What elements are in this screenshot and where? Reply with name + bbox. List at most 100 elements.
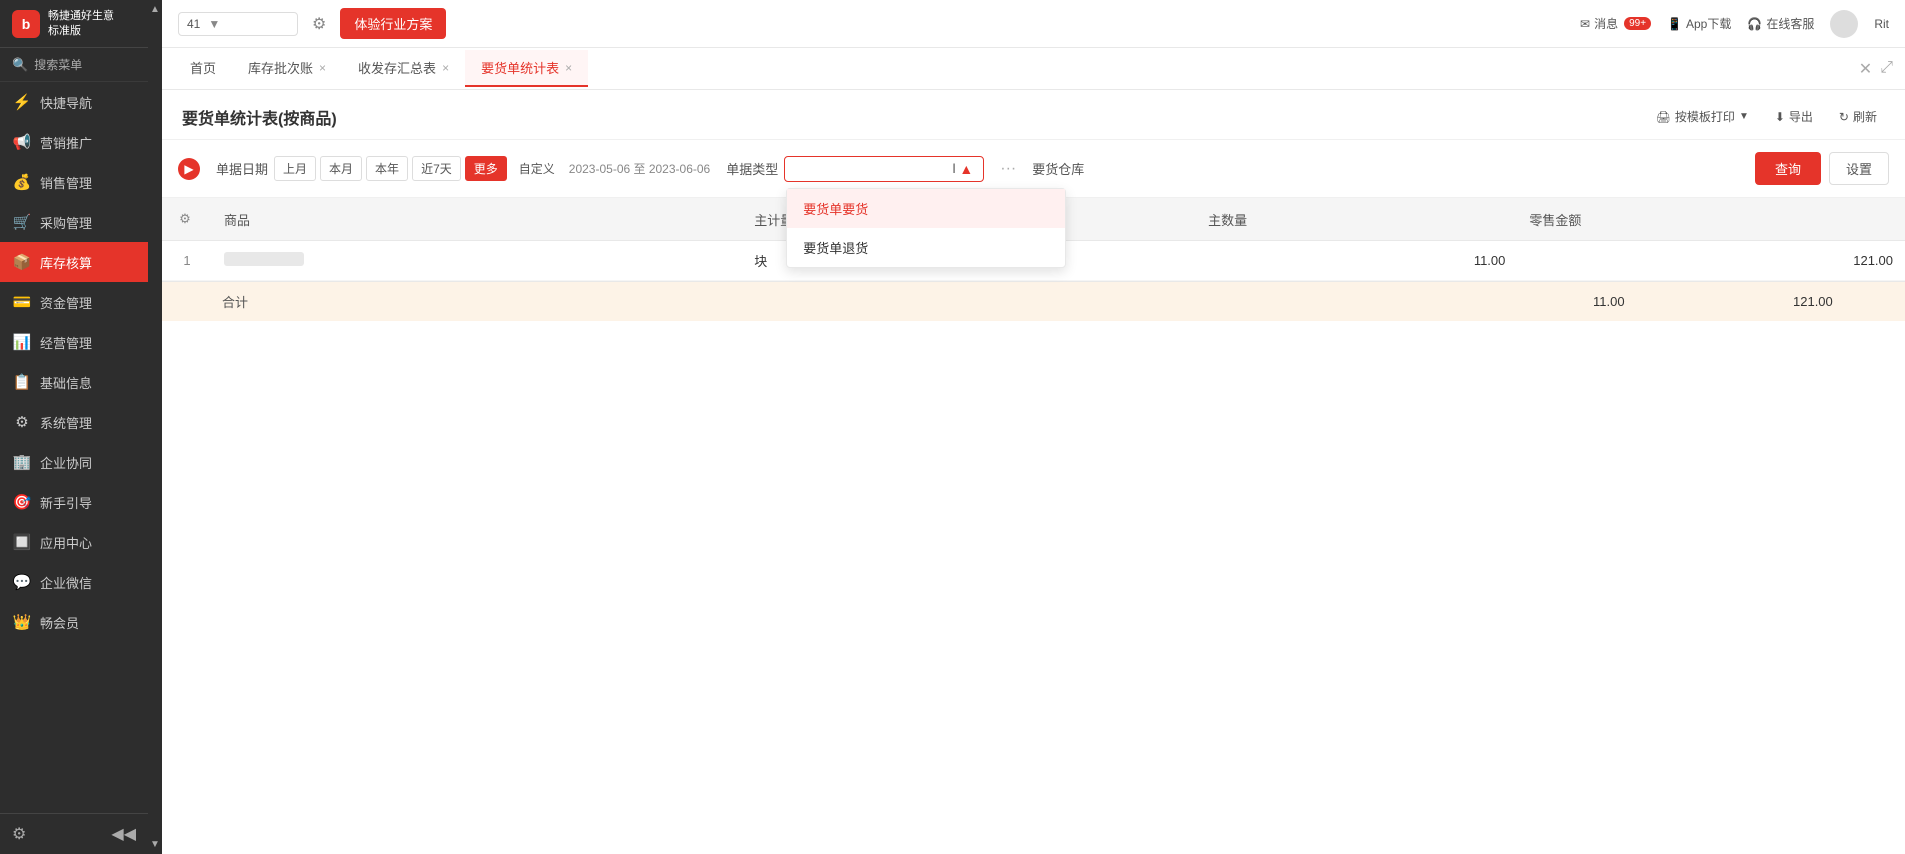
print-action[interactable]: 🖨 按模板打印 ▼ xyxy=(1648,104,1757,129)
customer-service-label: 在线客服 xyxy=(1766,15,1814,32)
table-settings-icon[interactable]: ⚙ xyxy=(174,208,196,230)
refresh-icon: ↻ xyxy=(1839,110,1849,124)
filter-bar: ▶ 单据日期 上月 本月 本年 近7天 更多 自定义 2023-05-06 至 … xyxy=(162,140,1905,198)
top-bar-right: ✉ 消息 99+ 📱 App下载 🎧 在线客服 Rit xyxy=(1580,10,1889,38)
sidebar-item-marketing[interactable]: 📢 营销推广 xyxy=(0,122,148,162)
sidebar-item-app-center[interactable]: 🔲 应用中心 xyxy=(0,522,148,562)
cell-amount: 121.00 xyxy=(1517,241,1905,281)
sidebar-item-purchase[interactable]: 🛒 采购管理 xyxy=(0,202,148,242)
search-icon: 🔍 xyxy=(12,57,28,73)
filter-actions: 查询 设置 xyxy=(1755,152,1889,185)
sidebar-item-quick-nav[interactable]: ⚡ 快捷导航 xyxy=(0,82,148,122)
phone-icon: 📱 xyxy=(1667,17,1682,31)
trial-button[interactable]: 体验行业方案 xyxy=(340,8,446,39)
sidebar-scrollbar[interactable]: ▲ ▼ xyxy=(148,0,162,854)
sidebar-label: 新手引导 xyxy=(40,493,92,512)
tab-close-all-icon[interactable]: ✕ xyxy=(1859,59,1872,79)
date-filter-group: 单据日期 上月 本月 本年 近7天 更多 自定义 2023-05-06 至 20… xyxy=(216,156,710,181)
sidebar-item-enterprise[interactable]: 🏢 企业协同 xyxy=(0,442,148,482)
date-range-buttons: 上月 本月 本年 近7天 更多 自定义 xyxy=(274,156,563,181)
main-area: 41 ▼ ⚙ 体验行业方案 ✉ 消息 99+ 📱 App下载 🎧 在线客服 Ri… xyxy=(162,0,1905,854)
tab-collect-summary-close[interactable]: × xyxy=(442,61,449,75)
topbar-settings-icon[interactable]: ⚙ xyxy=(308,10,330,38)
tab-order-summary-close[interactable]: × xyxy=(565,61,572,75)
type-dropdown: 要货单要货 要货单退货 xyxy=(786,188,1066,268)
message-label: 消息 xyxy=(1594,15,1618,32)
app-download-label: App下载 xyxy=(1686,15,1731,32)
col-qty: 主数量 xyxy=(1196,198,1517,241)
custom-date-btn[interactable]: 自定义 xyxy=(511,157,563,180)
type-label: 单据类型 xyxy=(726,159,778,178)
store-selector[interactable]: 41 ▼ xyxy=(178,12,298,36)
dropdown-item-return[interactable]: 要货单退货 xyxy=(787,228,1065,267)
sidebar-search[interactable]: 🔍 搜索菜单 xyxy=(0,48,148,82)
top-bar: 41 ▼ ⚙ 体验行业方案 ✉ 消息 99+ 📱 App下载 🎧 在线客服 Ri… xyxy=(162,0,1905,48)
enterprise-icon: 🏢 xyxy=(12,452,32,472)
sidebar-label: 营销推广 xyxy=(40,133,92,152)
date-btn-last-month[interactable]: 上月 xyxy=(274,156,316,181)
footer-values: 11.00 121.00 xyxy=(1593,294,1873,309)
sidebar-label: 销售管理 xyxy=(40,173,92,192)
operations-icon: 📊 xyxy=(12,332,32,352)
sidebar-item-finance[interactable]: 💳 资金管理 xyxy=(0,282,148,322)
footer-collapse-icon[interactable]: ◀◀ xyxy=(111,824,136,844)
date-btn-this-year[interactable]: 本年 xyxy=(366,156,408,181)
refresh-action[interactable]: ↻ 刷新 xyxy=(1831,104,1885,129)
footer-settings-icon[interactable]: ⚙ xyxy=(12,824,26,844)
tab-order-summary-label: 要货单统计表 xyxy=(481,58,559,77)
sidebar-label: 企业协同 xyxy=(40,453,92,472)
message-badge: 99+ xyxy=(1624,17,1651,30)
sidebar-label: 系统管理 xyxy=(40,413,92,432)
sidebar-nav: ⚡ 快捷导航 📢 营销推广 💰 销售管理 🛒 采购管理 📦 库存核算 💳 资金管… xyxy=(0,82,148,813)
sidebar-label: 库存核算 xyxy=(40,253,92,272)
tab-inventory-batch-label: 库存批次账 xyxy=(248,58,313,77)
basic-info-icon: 📋 xyxy=(12,372,32,392)
user-avatar[interactable] xyxy=(1830,10,1858,38)
tab-collect-summary[interactable]: 收发存汇总表 × xyxy=(342,50,465,87)
sidebar-item-operations[interactable]: 📊 经营管理 xyxy=(0,322,148,362)
sidebar-search-label: 搜索菜单 xyxy=(34,56,82,73)
footer-label: 合计 xyxy=(174,292,248,311)
sidebar-label: 应用中心 xyxy=(40,533,92,552)
tab-inventory-batch-close[interactable]: × xyxy=(319,61,326,75)
date-btn-last-7days[interactable]: 近7天 xyxy=(412,156,461,181)
sidebar-item-guide[interactable]: 🎯 新手引导 xyxy=(0,482,148,522)
query-button[interactable]: 查询 xyxy=(1755,152,1821,185)
sidebar-item-inventory[interactable]: 📦 库存核算 xyxy=(0,242,148,282)
type-select-separator: | xyxy=(953,163,956,174)
app-download-action[interactable]: 📱 App下载 xyxy=(1667,15,1731,32)
type-chevron-up-icon: ▲ xyxy=(959,161,973,177)
store-name: 41 xyxy=(187,17,200,31)
sidebar-label: 基础信息 xyxy=(40,373,92,392)
sidebar-label: 快捷导航 xyxy=(40,93,92,112)
refresh-label: 刷新 xyxy=(1853,108,1877,125)
type-select-box[interactable]: | ▲ xyxy=(784,156,984,182)
expand-button[interactable]: ▶ xyxy=(178,158,200,180)
export-label: 导出 xyxy=(1789,108,1813,125)
date-range-display: 2023-05-06 至 2023-06-06 xyxy=(569,160,710,177)
tab-order-summary[interactable]: 要货单统计表 × xyxy=(465,50,588,87)
tab-inventory-batch[interactable]: 库存批次账 × xyxy=(232,50,342,87)
dropdown-item-requisition[interactable]: 要货单要货 xyxy=(787,189,1065,228)
filter-settings-button[interactable]: 设置 xyxy=(1829,152,1889,185)
message-action[interactable]: ✉ 消息 99+ xyxy=(1580,15,1651,32)
sidebar-item-wechat[interactable]: 💬 企业微信 xyxy=(0,562,148,602)
export-action[interactable]: ⬇ 导出 xyxy=(1767,104,1821,129)
tab-home-label: 首页 xyxy=(190,58,216,77)
sidebar-label: 经营管理 xyxy=(40,333,92,352)
tab-home[interactable]: 首页 xyxy=(174,50,232,87)
sidebar-item-basic-info[interactable]: 📋 基础信息 xyxy=(0,362,148,402)
date-btn-this-month[interactable]: 本月 xyxy=(320,156,362,181)
goods-placeholder xyxy=(224,252,304,266)
tab-bar: 首页 库存批次账 × 收发存汇总表 × 要货单统计表 × ✕ ⤢ xyxy=(162,48,1905,90)
sidebar-item-member[interactable]: 👑 畅会员 xyxy=(0,602,148,642)
date-btn-more[interactable]: 更多 xyxy=(465,156,507,181)
sidebar-item-sales[interactable]: 💰 销售管理 xyxy=(0,162,148,202)
finance-icon: 💳 xyxy=(12,292,32,312)
sidebar-item-system[interactable]: ⚙ 系统管理 xyxy=(0,402,148,442)
filter-more-icon[interactable]: ··· xyxy=(1000,160,1016,178)
tab-maximize-icon[interactable]: ⤢ xyxy=(1880,59,1893,79)
customer-service-action[interactable]: 🎧 在线客服 xyxy=(1747,15,1814,32)
scroll-up-icon[interactable]: ▲ xyxy=(150,4,160,15)
scroll-down-icon[interactable]: ▼ xyxy=(150,839,160,850)
